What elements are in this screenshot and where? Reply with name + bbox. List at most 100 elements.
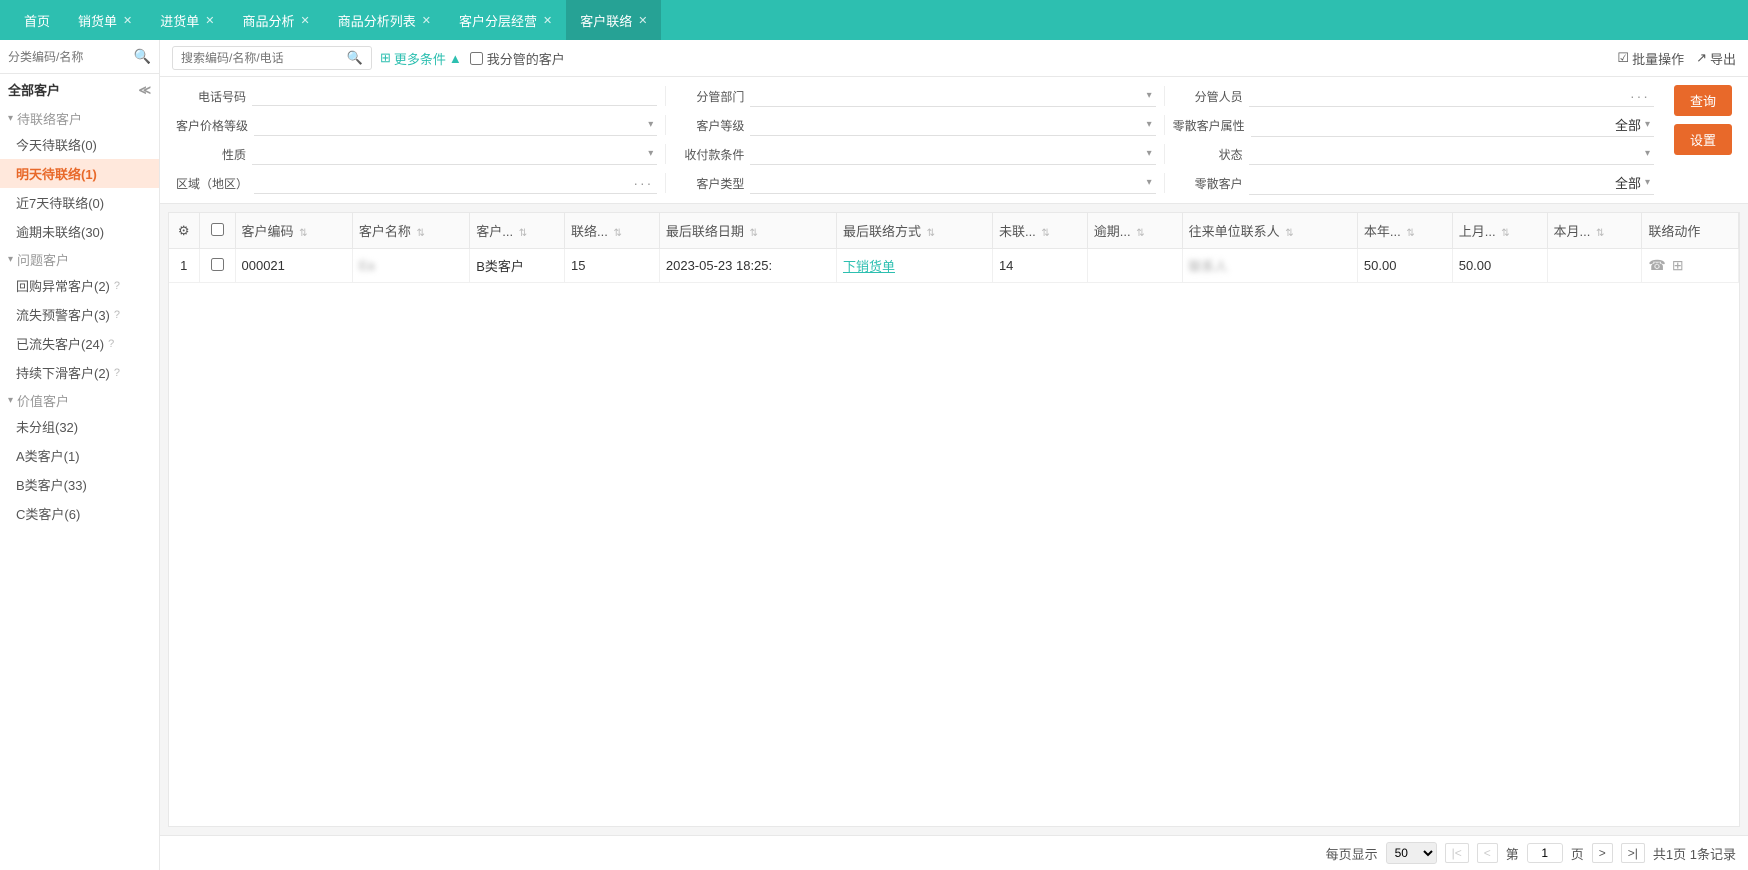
filter-retail-attr-select[interactable]: 全部 ▾ bbox=[1251, 113, 1654, 137]
collapse-icon[interactable]: ≪ bbox=[138, 83, 151, 97]
my-customers-checkbox[interactable] bbox=[470, 52, 483, 65]
chevron-down-type-icon: ▾ bbox=[1147, 177, 1152, 188]
per-page-select[interactable]: 50 10 20 100 bbox=[1386, 842, 1437, 864]
sort-overdue-icon[interactable]: ⇅ bbox=[1136, 228, 1144, 239]
chevron-down-payment-icon: ▾ bbox=[1147, 148, 1152, 159]
close-product-analysis-icon[interactable]: ✕ bbox=[301, 14, 310, 27]
sidebar-item-churn-warning[interactable]: 流失预警客户(3) ? bbox=[0, 300, 159, 329]
setting-button[interactable]: 设置 bbox=[1674, 124, 1732, 155]
filter-region-field: 区域（地区） ··· bbox=[176, 172, 657, 194]
table-row: 1 000021 Ea B类客户 bbox=[169, 249, 1739, 283]
chevron-down-retail-cust-icon: ▾ bbox=[1645, 177, 1650, 188]
all-customers-header[interactable]: 全部客户 ≪ bbox=[0, 74, 159, 105]
toolbar-search-input[interactable] bbox=[181, 51, 343, 65]
nav-item-product-analysis[interactable]: 商品分析 ✕ bbox=[228, 0, 323, 40]
filter-customer-type-select[interactable]: ▾ bbox=[750, 172, 1155, 194]
sort-method-icon[interactable]: ⇅ bbox=[927, 228, 935, 239]
column-checkbox bbox=[199, 213, 235, 249]
sidebar-search-icon[interactable]: 🔍 bbox=[134, 48, 151, 65]
filter-retail-customer-select[interactable]: 全部 ▾ bbox=[1249, 171, 1654, 195]
filter-phone-input[interactable] bbox=[252, 87, 657, 106]
column-this-year: 本年... ⇅ bbox=[1357, 213, 1452, 249]
help-icon-1[interactable]: ? bbox=[114, 280, 120, 292]
more-conditions-button[interactable]: ⊞ 更多条件 ▲ bbox=[380, 49, 462, 68]
gear-icon[interactable]: ⚙ bbox=[178, 223, 190, 238]
sort-uncontacted-icon[interactable]: ⇅ bbox=[1041, 228, 1049, 239]
pagination-bar: 每页显示 50 10 20 100 |< < 第 页 > >| 共1页 1条记录 bbox=[160, 835, 1748, 870]
nav-item-sales[interactable]: 销货单 ✕ bbox=[64, 0, 146, 40]
group-pending-contact[interactable]: 待联络客户 bbox=[0, 105, 159, 130]
export-button[interactable]: ↗ 导出 bbox=[1696, 49, 1736, 68]
row-index: 1 bbox=[169, 249, 199, 283]
prev-page-button[interactable]: < bbox=[1477, 843, 1498, 863]
sort-contact-icon[interactable]: ⇅ bbox=[614, 228, 622, 239]
nav-item-customer-segment[interactable]: 客户分层经营 ✕ bbox=[445, 0, 566, 40]
sort-date-icon[interactable]: ⇅ bbox=[750, 228, 758, 239]
filter-status-select[interactable]: ▾ bbox=[1249, 143, 1654, 165]
filter-row-3: 性质 ▾ 收付款条件 ▾ bbox=[176, 143, 1654, 165]
row-last-month: 50.00 bbox=[1452, 249, 1547, 283]
filter-region-select[interactable]: ··· bbox=[254, 172, 657, 194]
chevron-down-gender-icon: ▾ bbox=[648, 148, 653, 159]
sidebar-item-class-b[interactable]: B类客户(33) bbox=[0, 470, 159, 499]
row-checkbox[interactable] bbox=[211, 258, 224, 271]
sort-last-month-icon[interactable]: ⇅ bbox=[1501, 228, 1509, 239]
chevron-up-icon: ▲ bbox=[449, 51, 462, 66]
filter-person-select[interactable]: ··· bbox=[1249, 85, 1654, 107]
filter-payment-select[interactable]: ▾ bbox=[750, 143, 1155, 165]
filter-panel: 电话号码 分管部门 ▾ 分管人员 bbox=[160, 77, 1748, 204]
sort-person-icon[interactable]: ⇅ bbox=[1285, 228, 1293, 239]
sidebar-item-tomorrow-contact[interactable]: 明天待联络(1) bbox=[0, 159, 159, 188]
filter-gender-select[interactable]: ▾ bbox=[252, 143, 657, 165]
select-all-checkbox[interactable] bbox=[211, 223, 224, 236]
help-icon-2[interactable]: ? bbox=[114, 309, 120, 321]
sidebar-item-overdue-contact[interactable]: 逾期未联络(30) bbox=[0, 217, 159, 246]
close-contact-icon[interactable]: ✕ bbox=[638, 14, 647, 27]
nav-item-home[interactable]: 首页 bbox=[10, 0, 64, 40]
more-action-icon[interactable]: ⊞ bbox=[1672, 257, 1684, 274]
close-segment-icon[interactable]: ✕ bbox=[543, 14, 552, 27]
chevron-down-status-icon: ▾ bbox=[1645, 148, 1650, 159]
sort-year-icon[interactable]: ⇅ bbox=[1406, 228, 1414, 239]
phone-action-icon[interactable]: ☎ bbox=[1648, 257, 1665, 274]
filter-retail-attr-label: 零散客户属性 bbox=[1173, 117, 1245, 134]
help-icon-3[interactable]: ? bbox=[108, 338, 114, 350]
filter-price-level-field: 客户价格等级 ▾ bbox=[176, 114, 657, 136]
sidebar-item-ungrouped[interactable]: 未分组(32) bbox=[0, 412, 159, 441]
help-icon-4[interactable]: ? bbox=[114, 367, 120, 379]
page-number-input[interactable] bbox=[1527, 843, 1563, 863]
row-contact-method-link[interactable]: 下销货单 bbox=[843, 259, 895, 274]
sort-name-icon[interactable]: ⇅ bbox=[417, 228, 425, 239]
sidebar-item-abnormal-repurchase[interactable]: 回购异常客户(2) ? bbox=[0, 271, 159, 300]
nav-item-customer-contact[interactable]: 客户联络 ✕ bbox=[566, 0, 661, 40]
filter-person-label: 分管人员 bbox=[1173, 88, 1243, 105]
sidebar-item-churned[interactable]: 已流失客户(24) ? bbox=[0, 329, 159, 358]
close-product-list-icon[interactable]: ✕ bbox=[422, 14, 431, 27]
next-page-button[interactable]: > bbox=[1592, 843, 1613, 863]
sidebar-item-today-contact[interactable]: 今天待联络(0) bbox=[0, 130, 159, 159]
filter-customer-level-select[interactable]: ▾ bbox=[750, 114, 1155, 136]
filter-price-level-select[interactable]: ▾ bbox=[254, 114, 657, 136]
toolbar-search-icon[interactable]: 🔍 bbox=[347, 50, 363, 66]
sidebar-search-input[interactable] bbox=[8, 50, 130, 64]
filter-dept-select[interactable]: ▾ bbox=[750, 85, 1155, 107]
batch-operation-button[interactable]: ☑ 批量操作 bbox=[1617, 49, 1684, 68]
first-page-button[interactable]: |< bbox=[1445, 843, 1469, 863]
sidebar-item-class-c[interactable]: C类客户(6) bbox=[0, 499, 159, 528]
sort-this-month-icon[interactable]: ⇅ bbox=[1596, 228, 1604, 239]
nav-item-purchase[interactable]: 进货单 ✕ bbox=[146, 0, 228, 40]
group-value-customers[interactable]: 价值客户 bbox=[0, 387, 159, 412]
nav-item-product-analysis-list[interactable]: 商品分析列表 ✕ bbox=[324, 0, 445, 40]
my-customers-checkbox-label[interactable]: 我分管的客户 bbox=[470, 49, 565, 68]
query-button[interactable]: 查询 bbox=[1674, 85, 1732, 116]
last-page-button[interactable]: >| bbox=[1621, 843, 1645, 863]
group-problem-customers[interactable]: 问题客户 bbox=[0, 246, 159, 271]
sidebar-item-7days-contact[interactable]: 近7天待联络(0) bbox=[0, 188, 159, 217]
filter-gender-label: 性质 bbox=[176, 146, 246, 163]
close-sales-icon[interactable]: ✕ bbox=[123, 14, 132, 27]
sort-code-icon[interactable]: ⇅ bbox=[299, 228, 307, 239]
sort-type-icon[interactable]: ⇅ bbox=[519, 228, 527, 239]
sidebar-item-declining[interactable]: 持续下滑客户(2) ? bbox=[0, 358, 159, 387]
close-purchase-icon[interactable]: ✕ bbox=[205, 14, 214, 27]
sidebar-item-class-a[interactable]: A类客户(1) bbox=[0, 441, 159, 470]
